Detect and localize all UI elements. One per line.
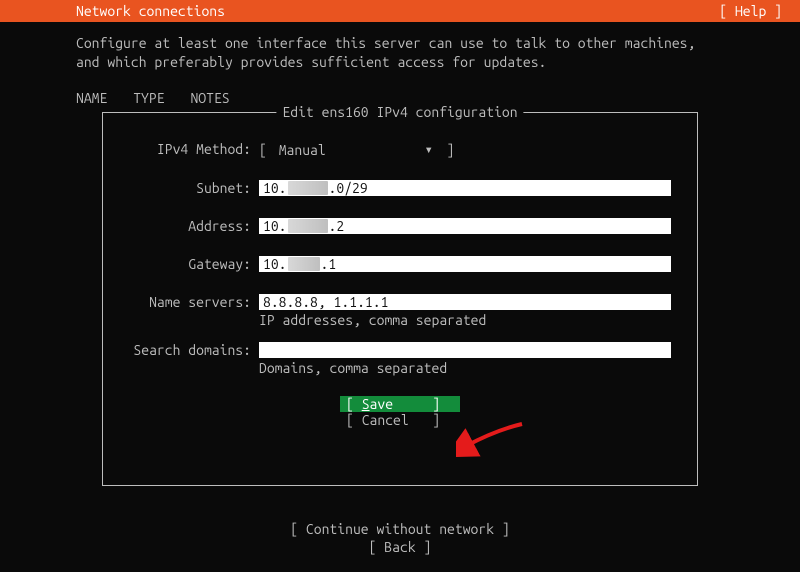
- search-domains-input[interactable]: [259, 342, 671, 358]
- instructions-line2: and which preferably provides sufficient…: [76, 53, 782, 72]
- chevron-down-icon: ▾: [423, 141, 435, 158]
- instructions-line1: Configure at least one interface this se…: [76, 34, 782, 53]
- dialog-title: Edit ens160 IPv4 configuration: [276, 104, 523, 120]
- nameservers-label: Name servers:: [129, 294, 259, 310]
- back-button[interactable]: [ Back ]: [0, 538, 800, 556]
- nameservers-hint: IP addresses, comma separated: [259, 312, 671, 328]
- help-button[interactable]: [ Help ]: [719, 0, 782, 22]
- footer-actions: [ Continue without network ] [ Back ]: [0, 520, 800, 556]
- ipv4-method-select[interactable]: [ Manual▾ ]: [259, 141, 671, 158]
- subnet-input[interactable]: 10..0/29: [259, 180, 671, 196]
- continue-without-network-button[interactable]: [ Continue without network ]: [0, 520, 800, 538]
- title-bar: Network connections [ Help ]: [0, 0, 800, 22]
- gateway-input[interactable]: 10..1: [259, 256, 671, 272]
- col-type: TYPE: [133, 90, 164, 106]
- ipv4-config-dialog: Edit ens160 IPv4 configuration IPv4 Meth…: [102, 112, 698, 486]
- subnet-label: Subnet:: [129, 180, 259, 196]
- nameservers-input[interactable]: 8.8.8.8, 1.1.1.1: [259, 294, 671, 310]
- save-button[interactable]: [ SSaveave ]: [340, 396, 460, 412]
- address-label: Address:: [129, 218, 259, 234]
- search-domains-label: Search domains:: [129, 342, 259, 358]
- screen-title: Network connections: [76, 0, 225, 22]
- instructions: Configure at least one interface this se…: [76, 34, 782, 72]
- ipv4-method-label: IPv4 Method:: [129, 141, 259, 157]
- cancel-button[interactable]: [ Cancel ]: [340, 412, 460, 428]
- col-name: NAME: [76, 90, 107, 106]
- search-domains-hint: Domains, comma separated: [259, 360, 671, 376]
- gateway-label: Gateway:: [129, 256, 259, 272]
- address-input[interactable]: 10..2: [259, 218, 671, 234]
- col-notes: NOTES: [190, 90, 229, 106]
